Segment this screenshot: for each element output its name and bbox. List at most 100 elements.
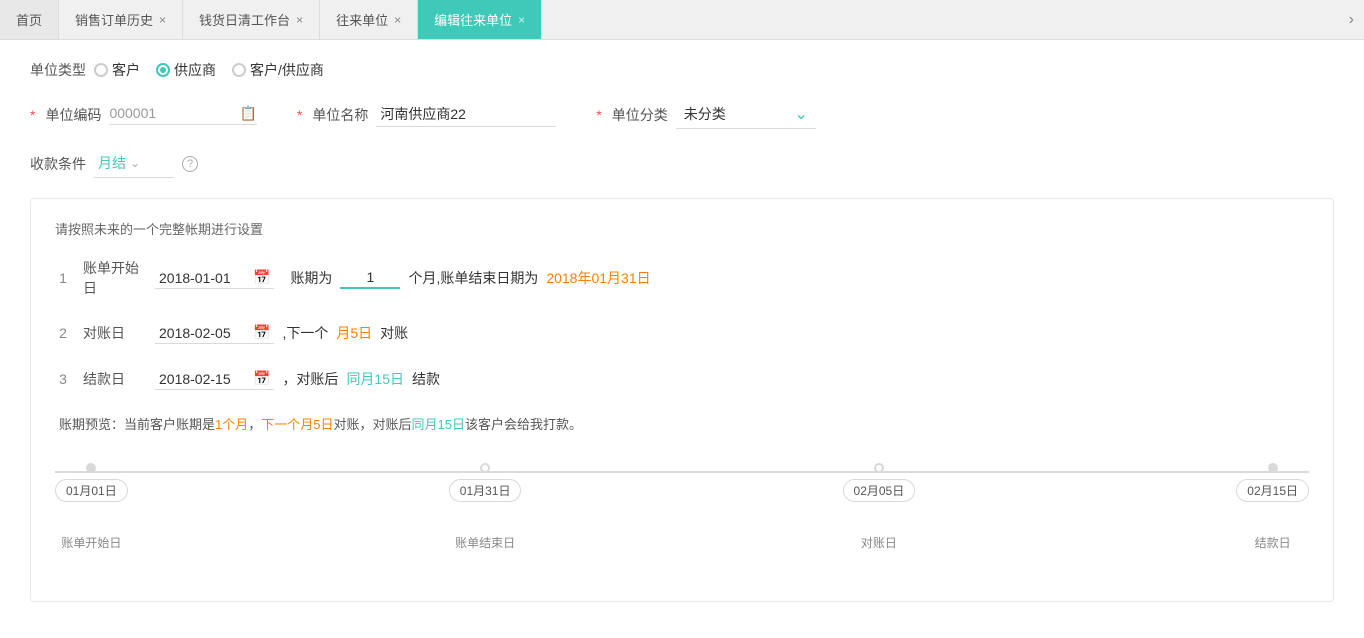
step-1-date-input[interactable] — [159, 270, 249, 286]
timeline-sublabel-2: 对账日 — [861, 534, 897, 551]
step-3-suffix: 结款 — [412, 369, 440, 389]
tab-partner-label: 往来单位 — [336, 10, 388, 29]
step-2-prefix: ,下一个 — [282, 323, 328, 343]
step-1-date-wrap: 📅 — [155, 267, 274, 289]
unit-category-select[interactable]: 未分类 ⌄ — [676, 100, 816, 129]
step-1-content: 📅 账期为 个月,账单结束日期为 2018年01月31日 — [155, 267, 1309, 289]
payment-terms-group: 收款条件 月结 ⌄ ? — [30, 149, 198, 178]
tab-cashier-label: 钱货日清工作台 — [199, 10, 290, 29]
unit-type-row: 单位类型 客户 供应商 客户/供应商 — [30, 60, 1334, 80]
step-3-highlight: 同月15日 — [346, 369, 404, 389]
step-1-period-input[interactable] — [340, 267, 400, 289]
unit-category-label: 单位分类 — [612, 105, 668, 125]
step-2-label: 对账日 — [83, 323, 143, 343]
step-2-row: 2 对账日 📅 ,下一个月5日 对账 — [55, 322, 1309, 344]
tab-cashier[interactable]: 钱货日清工作台 × — [183, 0, 320, 39]
step-2-date-wrap: 📅 — [155, 322, 274, 344]
step-3-date-input[interactable] — [159, 371, 249, 387]
step-3-date-wrap: 📅 — [155, 368, 274, 390]
unit-code-label: 单位编码 — [45, 105, 101, 125]
payment-terms-value: 月结 — [98, 153, 126, 173]
unit-category-chevron: ⌄ — [794, 104, 807, 124]
unit-category-group: * 单位分类 未分类 ⌄ — [596, 100, 815, 129]
timeline-dot-3 — [1268, 463, 1278, 473]
radio-supplier-label: 供应商 — [174, 60, 216, 80]
payment-terms-row: 收款条件 月结 ⌄ ? — [30, 149, 1334, 178]
preview-part1: 1个月 — [215, 417, 248, 432]
tab-overflow-arrow[interactable]: › — [1339, 0, 1364, 39]
settings-card: 请按照未来的一个完整帐期进行设置 1 账单开始日 📅 账期为 个月,账单结束日期… — [30, 198, 1334, 602]
radio-both-circle — [232, 63, 246, 77]
unit-type-group: 单位类型 客户 供应商 客户/供应商 — [30, 60, 324, 80]
tab-sales-history-close[interactable]: × — [159, 13, 166, 27]
unit-category-required: * — [596, 107, 601, 123]
tab-home-label: 首页 — [16, 10, 42, 29]
tab-cashier-close[interactable]: × — [296, 13, 303, 27]
tab-home[interactable]: 首页 — [0, 0, 59, 39]
unit-name-required: * — [297, 107, 302, 123]
payment-terms-select[interactable]: 月结 ⌄ — [94, 149, 174, 178]
unit-code-input[interactable] — [109, 105, 239, 121]
preview-suffix: 该客户会给我打款。 — [465, 417, 582, 432]
timeline-badge-3: 02月15日 — [1236, 479, 1309, 502]
timeline-sublabel-1: 账单结束日 — [455, 534, 515, 551]
timeline-point-3: 02月15日 结款日 — [1236, 463, 1309, 551]
payment-terms-label: 收款条件 — [30, 154, 86, 174]
preview-part2: 下一个月5日 — [261, 417, 333, 432]
unit-code-icon[interactable]: 📋 — [239, 105, 256, 122]
unit-code-group: * 单位编码 📋 — [30, 105, 257, 125]
timeline-badge-1: 01月31日 — [449, 479, 522, 502]
step-1-end-date: 2018年01月31日 — [546, 268, 650, 288]
step-3-calendar-icon[interactable]: 📅 — [253, 370, 270, 387]
preview-text: 账期预览：当前客户账期是1个月，下一个月5日对账，对账后同月15日该客户会给我打… — [55, 414, 1309, 433]
preview-sep1: ， — [248, 417, 261, 432]
step-3-prefix: ，对账后 — [282, 369, 338, 389]
timeline: 01月01日 账单开始日 01月31日 账单结束日 02月05日 对账日 02月… — [55, 453, 1309, 581]
timeline-dot-2 — [874, 463, 884, 473]
preview-label: 账期预览：当前客户账期是 — [59, 417, 215, 432]
unit-name-input[interactable] — [376, 102, 556, 127]
step-3-num: 3 — [55, 371, 71, 387]
radio-both[interactable]: 客户/供应商 — [232, 60, 324, 80]
step-2-num: 2 — [55, 325, 71, 341]
step-1-num: 1 — [55, 270, 71, 286]
preview-part3: 同月15日 — [412, 417, 465, 432]
tab-bar: 首页 销售订单历史 × 钱货日清工作台 × 往来单位 × 编辑往来单位 × › — [0, 0, 1364, 40]
radio-supplier[interactable]: 供应商 — [156, 60, 216, 80]
tab-partner[interactable]: 往来单位 × — [320, 0, 418, 39]
unit-name-label: 单位名称 — [312, 105, 368, 125]
timeline-dot-0 — [86, 463, 96, 473]
step-1-period-unit: 个月,账单结束日期为 — [408, 268, 538, 288]
step-1-row: 1 账单开始日 📅 账期为 个月,账单结束日期为 2018年01月31日 — [55, 258, 1309, 298]
step-2-suffix: 对账 — [380, 323, 408, 343]
tab-sales-history-label: 销售订单历史 — [75, 10, 153, 29]
radio-customer-label: 客户 — [112, 60, 140, 80]
radio-group: 客户 供应商 客户/供应商 — [94, 60, 324, 80]
main-content: 单位类型 客户 供应商 客户/供应商 * 单位编码 — [0, 40, 1364, 638]
timeline-point-2: 02月05日 对账日 — [843, 463, 916, 551]
tab-edit-partner-close[interactable]: × — [518, 13, 525, 27]
radio-customer[interactable]: 客户 — [94, 60, 140, 80]
payment-terms-help[interactable]: ? — [182, 156, 198, 172]
timeline-point-0: 01月01日 账单开始日 — [55, 463, 128, 551]
tab-sales-history[interactable]: 销售订单历史 × — [59, 0, 183, 39]
step-3-content: 📅 ，对账后同月15日 结款 — [155, 368, 1309, 390]
step-3-row: 3 结款日 📅 ，对账后同月15日 结款 — [55, 368, 1309, 390]
timeline-points: 01月01日 账单开始日 01月31日 账单结束日 02月05日 对账日 02月… — [55, 463, 1309, 551]
radio-both-label: 客户/供应商 — [250, 60, 324, 80]
card-title: 请按照未来的一个完整帐期进行设置 — [55, 219, 1309, 238]
unit-info-row: * 单位编码 📋 * 单位名称 * 单位分类 未分类 ⌄ — [30, 100, 1334, 129]
step-2-calendar-icon[interactable]: 📅 — [253, 324, 270, 341]
step-3-label: 结款日 — [83, 369, 143, 389]
timeline-point-1: 01月31日 账单结束日 — [449, 463, 522, 551]
tab-partner-close[interactable]: × — [394, 13, 401, 27]
unit-code-required: * — [30, 107, 35, 123]
tab-edit-partner[interactable]: 编辑往来单位 × — [418, 0, 542, 39]
step-1-suffix-label: 账期为 — [290, 268, 332, 288]
step-1-label: 账单开始日 — [83, 258, 143, 298]
radio-customer-circle — [94, 63, 108, 77]
step-2-date-input[interactable] — [159, 325, 249, 341]
timeline-sublabel-0: 账单开始日 — [61, 534, 121, 551]
timeline-badge-0: 01月01日 — [55, 479, 128, 502]
step-1-calendar-icon[interactable]: 📅 — [253, 269, 270, 286]
